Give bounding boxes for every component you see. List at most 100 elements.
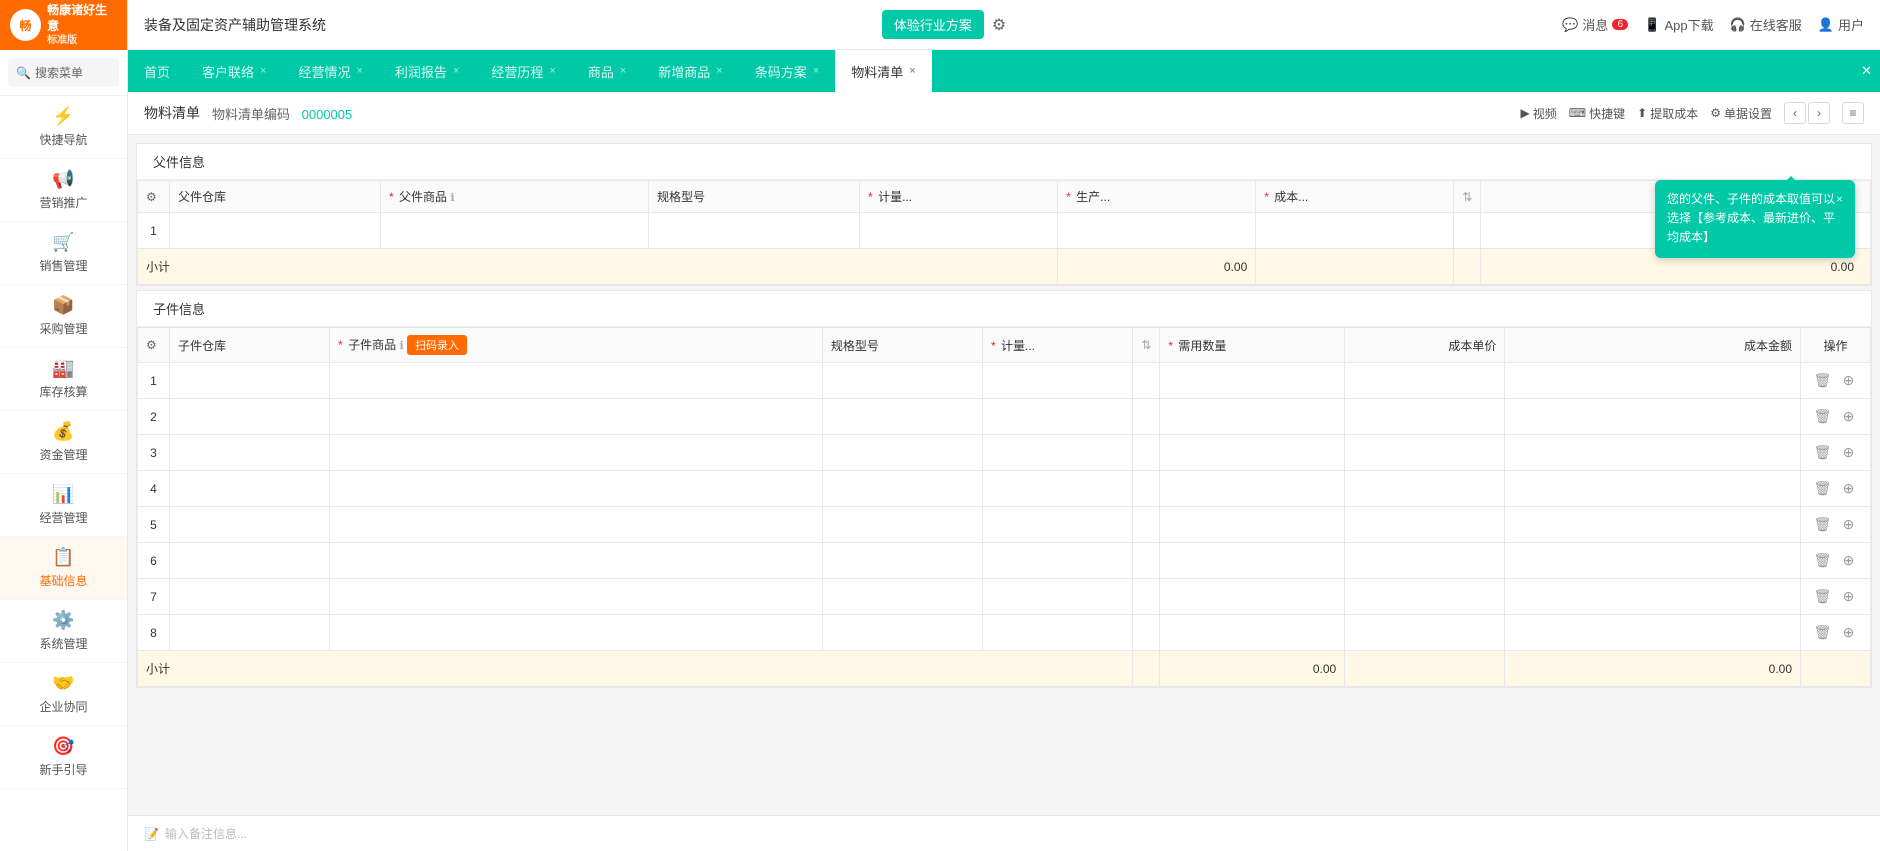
child-row1-product[interactable] xyxy=(330,363,823,399)
search-menu-button[interactable]: 🔍 搜索菜单 xyxy=(8,58,119,87)
child-row6-unit-cost[interactable] xyxy=(1345,543,1505,579)
child-row2-product[interactable] xyxy=(330,399,823,435)
delete-row3-button[interactable]: 🗑 xyxy=(1812,442,1834,464)
tab-customer[interactable]: 客户联络 × xyxy=(186,50,282,92)
child-row8-cost-amount[interactable] xyxy=(1505,615,1801,651)
sidebar-item-enterprise[interactable]: 🤝 企业协同 xyxy=(0,663,127,726)
child-product-info-icon[interactable]: ℹ xyxy=(400,340,404,352)
copy-row7-button[interactable]: ⊕ xyxy=(1838,586,1860,608)
child-row2-cost-amount[interactable] xyxy=(1505,399,1801,435)
copy-row3-button[interactable]: ⊕ xyxy=(1838,442,1860,464)
delete-row6-button[interactable]: 🗑 xyxy=(1812,550,1834,572)
child-row8-product[interactable] xyxy=(330,615,823,651)
child-row1-cost-amount[interactable] xyxy=(1505,363,1801,399)
child-row2-unit-cost[interactable] xyxy=(1345,399,1505,435)
child-row3-warehouse[interactable] xyxy=(170,435,330,471)
child-row6-warehouse[interactable] xyxy=(170,543,330,579)
tab-close-operations[interactable]: × xyxy=(356,65,362,77)
app-download-button[interactable]: 📱 App下载 xyxy=(1644,15,1713,34)
child-row7-unit[interactable] xyxy=(982,579,1132,615)
extract-cost-button[interactable]: ⬆ 提取成本 xyxy=(1637,105,1698,122)
parent-warehouse-cell[interactable] xyxy=(170,213,381,249)
copy-row5-button[interactable]: ⊕ xyxy=(1838,514,1860,536)
child-row7-product[interactable] xyxy=(330,579,823,615)
child-row3-unit[interactable] xyxy=(982,435,1132,471)
child-row6-product[interactable] xyxy=(330,543,823,579)
child-row8-unit[interactable] xyxy=(982,615,1132,651)
tab-close-profit[interactable]: × xyxy=(453,65,459,77)
copy-row2-button[interactable]: ⊕ xyxy=(1838,406,1860,428)
tab-barcode[interactable]: 条码方案 × xyxy=(739,50,835,92)
child-row1-unit[interactable] xyxy=(982,363,1132,399)
sidebar-item-guide[interactable]: 🎯 新手引导 xyxy=(0,726,127,789)
tab-home[interactable]: 首页 xyxy=(128,50,186,92)
tab-operations[interactable]: 经营情况 × xyxy=(282,50,378,92)
child-row4-unit-cost[interactable] xyxy=(1345,471,1505,507)
tab-close-bom[interactable]: × xyxy=(909,65,915,77)
child-row7-cost-amount[interactable] xyxy=(1505,579,1801,615)
tab-close-customer[interactable]: × xyxy=(260,65,266,77)
child-row5-product[interactable] xyxy=(330,507,823,543)
delete-row4-button[interactable]: 🗑 xyxy=(1812,478,1834,500)
delete-row2-button[interactable]: 🗑 xyxy=(1812,406,1834,428)
tab-close-product[interactable]: × xyxy=(620,65,626,77)
view-video-button[interactable]: ▶ 视频 xyxy=(1521,105,1557,122)
tooltip-close-button[interactable]: × xyxy=(1836,190,1843,209)
parent-product-info-icon[interactable]: ℹ xyxy=(450,192,454,204)
child-row6-qty[interactable] xyxy=(1160,543,1345,579)
tab-bom[interactable]: 物料清单 × xyxy=(835,50,931,92)
online-service-button[interactable]: 🎧 在线客服 xyxy=(1730,15,1802,34)
single-setting-button[interactable]: ⚙ 单据设置 xyxy=(1710,105,1772,122)
child-row7-unit-cost[interactable] xyxy=(1345,579,1505,615)
child-row3-cost-amount[interactable] xyxy=(1505,435,1801,471)
delete-row8-button[interactable]: 🗑 xyxy=(1812,622,1834,644)
child-row2-unit[interactable] xyxy=(982,399,1132,435)
tab-profit[interactable]: 利润报告 × xyxy=(379,50,475,92)
child-row6-cost-amount[interactable] xyxy=(1505,543,1801,579)
child-row3-spec[interactable] xyxy=(822,435,982,471)
sidebar-item-purchase[interactable]: 📦 采购管理 xyxy=(0,285,127,348)
child-row5-qty[interactable] xyxy=(1160,507,1345,543)
parent-cost-cell[interactable] xyxy=(1256,213,1454,249)
child-row1-qty[interactable] xyxy=(1160,363,1345,399)
child-row8-spec[interactable] xyxy=(822,615,982,651)
message-button[interactable]: 💬 消息 6 xyxy=(1562,15,1628,34)
sidebar-item-operations[interactable]: 📊 经营管理 xyxy=(0,474,127,537)
user-menu-button[interactable]: 👤 用户 xyxy=(1818,15,1864,34)
parent-spec-cell[interactable] xyxy=(649,213,860,249)
child-row1-unit-cost[interactable] xyxy=(1345,363,1505,399)
child-row4-unit[interactable] xyxy=(982,471,1132,507)
shortcut-button[interactable]: ⌨ 快捷键 xyxy=(1569,105,1625,122)
child-row8-unit-cost[interactable] xyxy=(1345,615,1505,651)
child-row6-spec[interactable] xyxy=(822,543,982,579)
child-row7-qty[interactable] xyxy=(1160,579,1345,615)
child-row4-product[interactable] xyxy=(330,471,823,507)
sidebar-item-finance[interactable]: 💰 资金管理 xyxy=(0,411,127,474)
sidebar-item-system[interactable]: ⚙️ 系统管理 xyxy=(0,600,127,663)
prev-record-button[interactable]: ‹ xyxy=(1784,102,1806,124)
child-settings-icon[interactable]: ⚙ xyxy=(146,338,157,352)
delete-row7-button[interactable]: 🗑 xyxy=(1812,586,1834,608)
child-row8-qty[interactable] xyxy=(1160,615,1345,651)
sidebar-item-basic[interactable]: 📋 基础信息 xyxy=(0,537,127,600)
parent-unit-cell[interactable] xyxy=(860,213,1058,249)
child-row5-unit[interactable] xyxy=(982,507,1132,543)
child-row2-warehouse[interactable] xyxy=(170,399,330,435)
sidebar-item-sales[interactable]: 🛒 销售管理 xyxy=(0,222,127,285)
delete-row1-button[interactable]: 🗑 xyxy=(1812,370,1834,392)
child-row1-spec[interactable] xyxy=(822,363,982,399)
experience-button[interactable]: 体验行业方案 xyxy=(882,10,984,39)
parent-product-cell[interactable] xyxy=(381,213,649,249)
child-row5-cost-amount[interactable] xyxy=(1505,507,1801,543)
tab-close-barcode[interactable]: × xyxy=(813,65,819,77)
tab-product[interactable]: 商品 × xyxy=(572,50,642,92)
delete-row5-button[interactable]: 🗑 xyxy=(1812,514,1834,536)
child-row3-qty[interactable] xyxy=(1160,435,1345,471)
note-hint[interactable]: 输入备注信息... xyxy=(165,825,247,842)
child-row7-warehouse[interactable] xyxy=(170,579,330,615)
copy-row8-button[interactable]: ⊕ xyxy=(1838,622,1860,644)
child-row3-product[interactable] xyxy=(330,435,823,471)
tab-history[interactable]: 经营历程 × xyxy=(475,50,571,92)
copy-row6-button[interactable]: ⊕ xyxy=(1838,550,1860,572)
child-row2-qty[interactable] xyxy=(1160,399,1345,435)
